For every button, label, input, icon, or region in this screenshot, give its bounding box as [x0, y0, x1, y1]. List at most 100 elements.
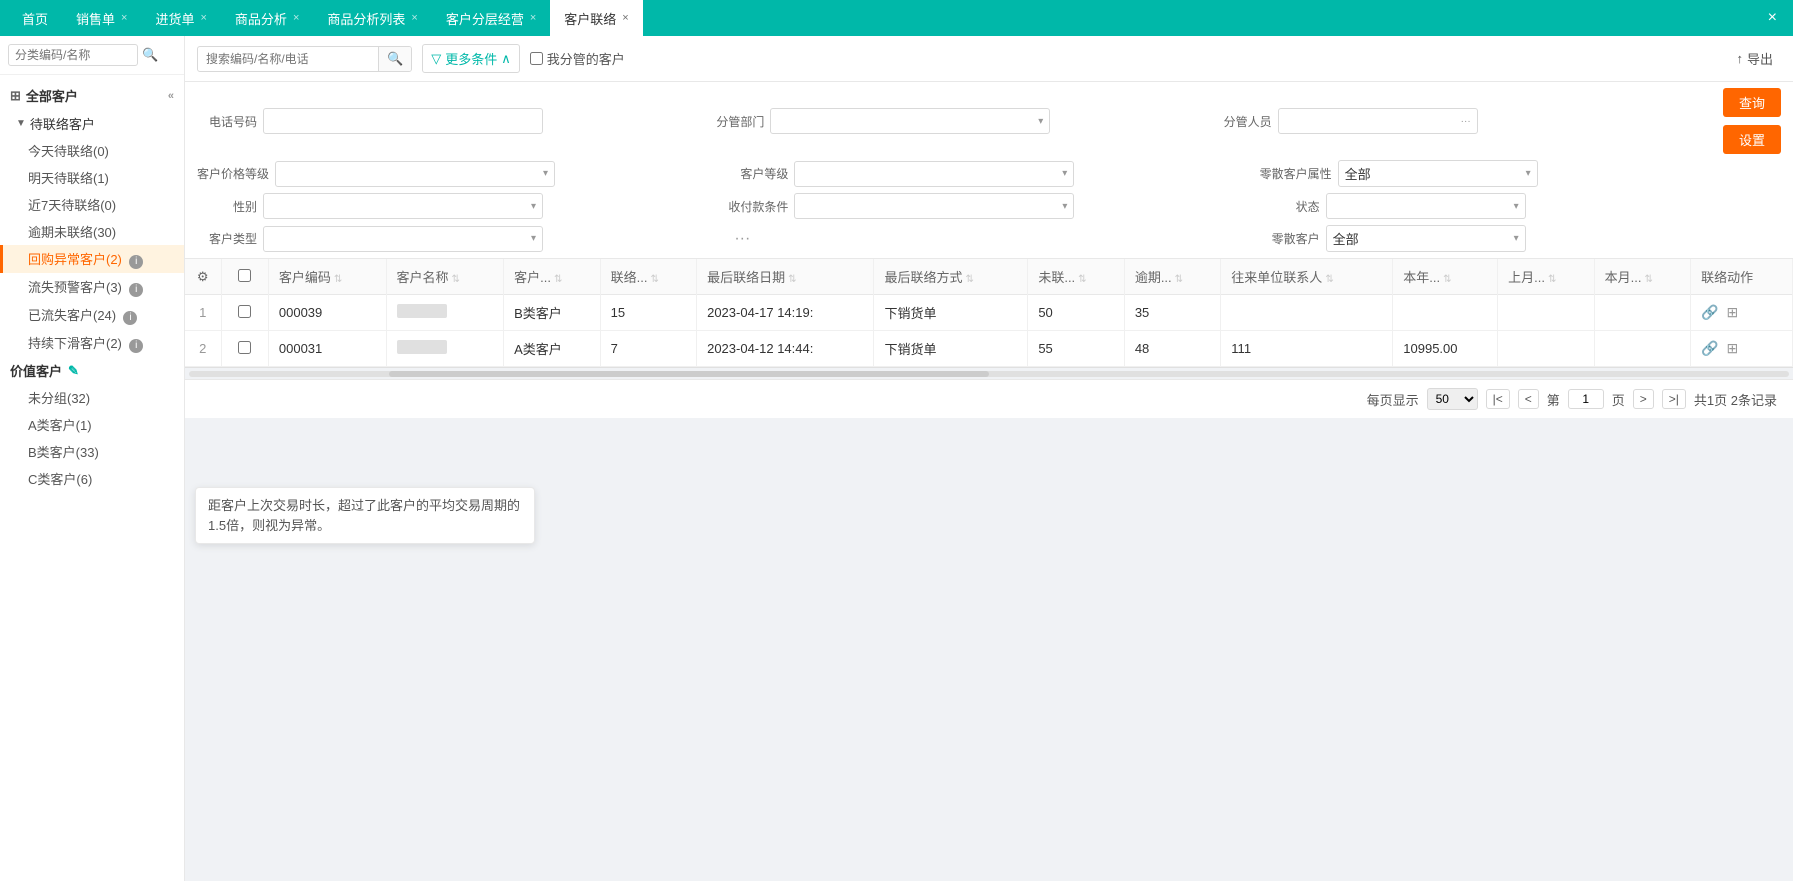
- sidebar-value-customer-group[interactable]: 价值客户 ✎: [0, 357, 184, 384]
- scrollbar-thumb[interactable]: [389, 371, 989, 377]
- edit-icon[interactable]: ✎: [68, 363, 79, 379]
- sort-icon-uncontact[interactable]: ⇅: [1078, 274, 1086, 285]
- nav-product-analysis[interactable]: 商品分析 ×: [221, 0, 313, 36]
- sort-icon-last-month[interactable]: ⇅: [1548, 274, 1556, 285]
- sidebar-search-area: 🔍: [0, 36, 184, 75]
- nav-sales[interactable]: 销售单 ×: [62, 0, 141, 36]
- sort-icon-contact[interactable]: ⇅: [650, 274, 658, 285]
- sidebar-item-class-c[interactable]: C类客户(6): [0, 465, 184, 492]
- chevron-down-icon-2: ▾: [543, 168, 548, 179]
- sidebar-pending-contact-group[interactable]: ▼ 待联络客户: [0, 110, 184, 137]
- horizontal-scrollbar[interactable]: [185, 367, 1793, 379]
- row-current-month-1: [1594, 295, 1690, 331]
- prev-page-button[interactable]: <: [1518, 389, 1539, 409]
- th-current-year: 本年...⇅: [1393, 259, 1498, 295]
- current-page-input[interactable]: [1568, 389, 1604, 409]
- payment-select[interactable]: ▾: [794, 193, 1074, 219]
- nav-purchase-close[interactable]: ×: [200, 12, 206, 24]
- nav-customer-contact[interactable]: 客户联络 ×: [550, 0, 642, 36]
- window-close-button[interactable]: ×: [1760, 9, 1785, 27]
- sidebar-item-tomorrow-pending[interactable]: 明天待联络(1): [0, 164, 184, 191]
- sidebar-item-class-a[interactable]: A类客户(1): [0, 411, 184, 438]
- contact-action-icon-2[interactable]: 🔗: [1701, 340, 1718, 357]
- main-search-icon[interactable]: 🔍: [378, 47, 411, 71]
- collapse-icon[interactable]: «: [168, 90, 174, 102]
- sidebar-item-churned[interactable]: 已流失客户(24) i: [0, 301, 184, 329]
- nav-customer-tier[interactable]: 客户分层经营 ×: [432, 0, 550, 36]
- info-icon-4: i: [129, 339, 143, 353]
- more-action-icon-1[interactable]: ⊞: [1727, 304, 1739, 321]
- my-customer-checkbox[interactable]: [530, 52, 543, 65]
- sort-icon-contact-person[interactable]: ⇅: [1325, 274, 1333, 285]
- status-select[interactable]: ▾: [1326, 193, 1526, 219]
- branch-dept-select[interactable]: ▾: [770, 108, 1050, 134]
- more-filters-button[interactable]: ▽ 更多条件 ∧: [422, 44, 520, 73]
- next-page-button[interactable]: >: [1633, 389, 1654, 409]
- export-button[interactable]: ↑ 导出: [1728, 45, 1781, 72]
- sort-icon-name[interactable]: ⇅: [452, 274, 460, 285]
- gear-th[interactable]: ⚙: [185, 259, 221, 295]
- sort-icon-year[interactable]: ⇅: [1443, 274, 1451, 285]
- my-customer-checkbox-wrap: 我分管的客户: [530, 49, 625, 68]
- main-search-input[interactable]: [198, 48, 378, 70]
- chevron-down-icon-3: ▾: [1062, 168, 1067, 179]
- nav-product-analysis-close[interactable]: ×: [293, 12, 299, 24]
- sort-icon-current-month[interactable]: ⇅: [1644, 274, 1652, 285]
- sidebar-item-ungroup[interactable]: 未分组(32): [0, 384, 184, 411]
- sidebar-search-input[interactable]: [8, 44, 138, 66]
- sidebar-item-today-pending[interactable]: 今天待联络(0): [0, 137, 184, 164]
- nav-customer-tier-close[interactable]: ×: [530, 12, 536, 24]
- filter-branch-dept: 分管部门 ▾: [704, 108, 1201, 134]
- nav-customer-contact-close[interactable]: ×: [622, 12, 628, 24]
- sidebar-item-churn-warning[interactable]: 流失预警客户(3) i: [0, 273, 184, 301]
- per-page-select[interactable]: 50 100 200: [1427, 388, 1478, 410]
- nav-home[interactable]: 首页: [8, 0, 62, 36]
- page-label: 第: [1547, 390, 1560, 409]
- select-all-th[interactable]: [221, 259, 268, 295]
- nav-product-analysis-list[interactable]: 商品分析列表 ×: [313, 0, 431, 36]
- contact-action-icon-1[interactable]: 🔗: [1701, 304, 1718, 321]
- nav-product-analysis-list-close[interactable]: ×: [411, 12, 417, 24]
- sidebar-all-customers[interactable]: ⊞ 全部客户 «: [0, 81, 184, 110]
- sort-icon-method[interactable]: ⇅: [965, 274, 973, 285]
- filter-price-level: 客户价格等级 ▾: [197, 161, 718, 187]
- customer-level-select[interactable]: ▾: [794, 161, 1074, 187]
- sort-icon-type[interactable]: ⇅: [554, 274, 562, 285]
- select-all-checkbox[interactable]: [238, 269, 251, 282]
- phone-input[interactable]: [263, 108, 543, 134]
- sidebar-item-7days-pending[interactable]: 近7天待联络(0): [0, 191, 184, 218]
- sort-icon-code[interactable]: ⇅: [334, 274, 342, 285]
- sidebar-item-overdue-pending[interactable]: 逾期未联络(30): [0, 218, 184, 245]
- chevron-down-icon-4: ▾: [1526, 168, 1531, 179]
- more-action-icon-2[interactable]: ⊞: [1727, 340, 1739, 357]
- sidebar-item-class-b[interactable]: B类客户(33): [0, 438, 184, 465]
- row-current-year-1: [1393, 295, 1498, 331]
- gender-select[interactable]: ▾: [263, 193, 543, 219]
- setup-button[interactable]: 设置: [1723, 125, 1781, 154]
- nav-purchase[interactable]: 进货单 ×: [141, 0, 220, 36]
- search-input-wrap: 🔍: [197, 46, 412, 72]
- nav-sales-close[interactable]: ×: [121, 12, 127, 24]
- sort-icon-overdue[interactable]: ⇅: [1175, 274, 1183, 285]
- row-checkbox-2[interactable]: [221, 331, 268, 367]
- filter-phone: 电话号码: [197, 108, 694, 134]
- sidebar-search-icon[interactable]: 🔍: [142, 47, 158, 63]
- row-last-method-1: 下销货单: [874, 295, 1028, 331]
- last-page-button[interactable]: >|: [1662, 389, 1686, 409]
- query-button[interactable]: 查询: [1723, 88, 1781, 117]
- price-level-select[interactable]: ▾: [275, 161, 555, 187]
- filter-row-1: 电话号码 分管部门 ▾ 分管人员 ··· 查询 设置: [197, 88, 1781, 154]
- sidebar-item-repurchase-abnormal[interactable]: 回购异常客户(2) i: [0, 245, 184, 273]
- sort-icon-date[interactable]: ⇅: [788, 274, 796, 285]
- sidebar-item-declining[interactable]: 持续下滑客户(2) i: [0, 329, 184, 357]
- row-type-1: B类客户: [504, 295, 600, 331]
- branch-person-select[interactable]: ···: [1278, 108, 1478, 134]
- row-checkbox-1[interactable]: [221, 295, 268, 331]
- first-page-button[interactable]: |<: [1486, 389, 1510, 409]
- filter-more-dots[interactable]: ···: [728, 230, 756, 248]
- table-header-row: ⚙ 客户编码⇅ 客户名称⇅ 客户...⇅ 联络...⇅ 最后联络日期⇅ 最后联络…: [185, 259, 1793, 295]
- retail-customer-select[interactable]: 全部▾: [1326, 225, 1526, 252]
- retail-attr-select[interactable]: 全部▾: [1338, 160, 1538, 187]
- grid-icon: ⊞: [10, 88, 21, 104]
- customer-type-select[interactable]: ▾: [263, 226, 543, 252]
